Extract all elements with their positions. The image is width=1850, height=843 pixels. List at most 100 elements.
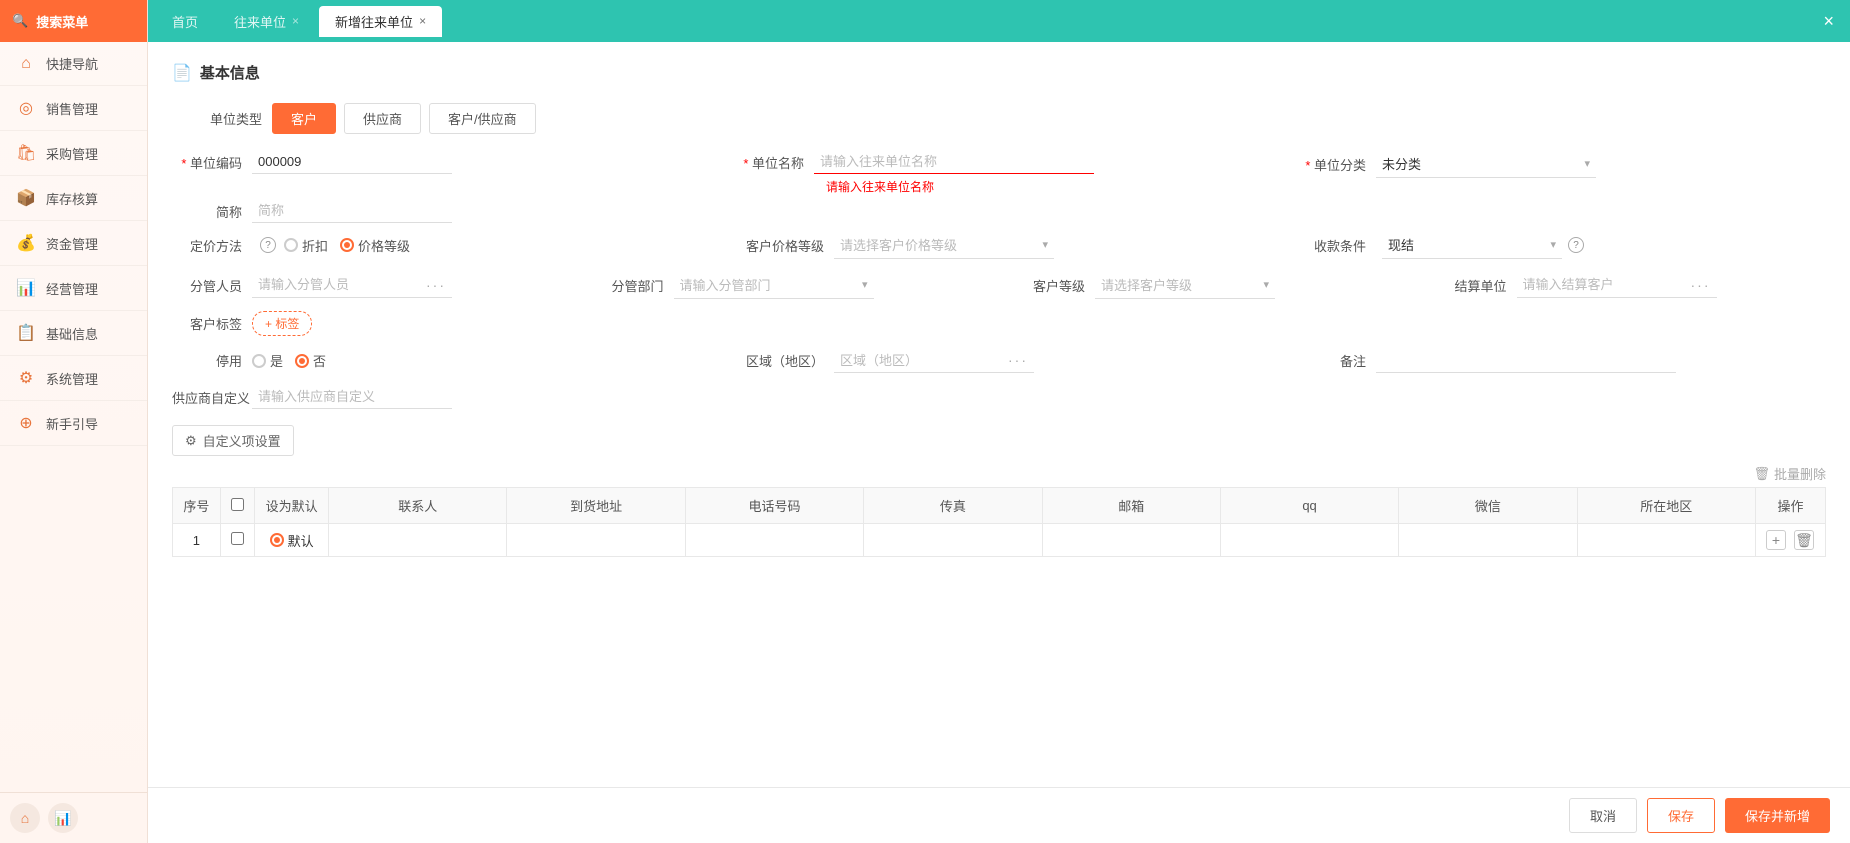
sidebar-search[interactable]: 🔍 搜索菜单: [0, 0, 147, 42]
cell-phone[interactable]: [685, 524, 863, 557]
supplier-custom-input[interactable]: [252, 385, 452, 409]
unit-code-field: 单位编码: [172, 150, 702, 174]
tab-home[interactable]: 首页: [156, 6, 214, 37]
contact-input[interactable]: [339, 534, 496, 548]
custom-settings-button[interactable]: ⚙ 自定义项设置: [172, 425, 294, 456]
phone-input[interactable]: [696, 534, 853, 548]
disabled-radios: 是 否: [252, 351, 326, 370]
region-input[interactable]: [840, 353, 1004, 368]
unit-name-input[interactable]: [814, 150, 1094, 174]
tab-new-partner[interactable]: 新增往来单位 ×: [319, 6, 442, 37]
main-area: 首页 往来单位 × 新增往来单位 × × 📄 基本信息 单位类型 客户 供应商 …: [148, 0, 1850, 843]
delete-row-button[interactable]: 🗑: [1794, 530, 1814, 550]
sidebar-item-sales[interactable]: ◎销售管理: [0, 86, 147, 131]
settlement-unit-dots[interactable]: ···: [1691, 277, 1711, 293]
system-label: 系统管理: [46, 369, 98, 388]
sidebar-item-purchase[interactable]: 🛍采购管理: [0, 131, 147, 176]
add-tag-button[interactable]: + 标签: [252, 311, 312, 336]
tab-bar-close[interactable]: ×: [1815, 7, 1842, 36]
finance-label: 资金管理: [46, 234, 98, 253]
save-new-button[interactable]: 保存并新增: [1725, 798, 1830, 833]
basic-info-icon: 📋: [16, 323, 36, 343]
sidebar-item-finance[interactable]: 💰资金管理: [0, 221, 147, 266]
section-header: 📄 基本信息: [172, 62, 1826, 83]
sidebar-item-inventory[interactable]: 📦库存核算: [0, 176, 147, 221]
sidebar-item-system[interactable]: ⚙ 系统管理: [0, 356, 147, 401]
payment-terms-arrow: ▾: [1550, 238, 1556, 251]
sales-icon: ◎: [16, 98, 36, 118]
operations-icon: 📊: [16, 278, 36, 298]
contacts-table: 序号 设为默认 联系人 到货地址 电话号码 传真 邮箱 qq 微信 所在地区 操…: [172, 487, 1826, 557]
system-icon: ⚙: [16, 368, 36, 388]
sidebar-item-guide[interactable]: ⊕新手引导: [0, 401, 147, 446]
sidebar-item-operations[interactable]: 📊经营管理: [0, 266, 147, 311]
col-default: 设为默认: [255, 488, 329, 524]
address-input[interactable]: [517, 534, 674, 548]
default-radio[interactable]: 默认: [265, 531, 318, 550]
payment-terms-select[interactable]: 现结 ▾: [1382, 231, 1562, 259]
region-label: 区域（地区）: [734, 351, 834, 370]
add-row-button[interactable]: +: [1766, 530, 1786, 550]
email-input[interactable]: [1053, 534, 1210, 548]
qq-input[interactable]: [1231, 534, 1388, 548]
department-arrow: ▾: [862, 278, 868, 291]
select-all-checkbox[interactable]: [231, 498, 244, 511]
col-region: 所在地区: [1577, 488, 1755, 524]
radio-disabled-no[interactable]: 否: [295, 351, 326, 370]
cell-fax[interactable]: [864, 524, 1042, 557]
unit-code-label: 单位编码: [172, 153, 252, 172]
unit-name-field: 单位名称 请输入往来单位名称: [734, 150, 1264, 195]
customer-level-select[interactable]: 请选择客户等级 ▾: [1095, 271, 1275, 299]
cell-checkbox: [220, 524, 254, 557]
save-button[interactable]: 保存: [1647, 798, 1715, 833]
wechat-input[interactable]: [1409, 534, 1566, 548]
cell-wechat[interactable]: [1399, 524, 1577, 557]
unit-btn-both[interactable]: 客户/供应商: [429, 103, 536, 134]
cell-region[interactable]: [1577, 524, 1755, 557]
unit-btn-supplier[interactable]: 供应商: [344, 103, 421, 134]
batch-delete-row[interactable]: 🗑 批量删除: [172, 464, 1826, 483]
sidebar-footer-btn-2[interactable]: 📊: [48, 803, 78, 833]
tab-partner-close[interactable]: ×: [292, 14, 299, 28]
department-select[interactable]: 请输入分管部门 ▾: [674, 271, 874, 299]
sidebar-footer-btn-1[interactable]: ⌂: [10, 803, 40, 833]
tab-new-partner-close[interactable]: ×: [419, 14, 426, 28]
short-name-input[interactable]: [252, 199, 452, 223]
form-footer: 取消 保存 保存并新增: [148, 787, 1850, 843]
radio-price-level-circle: [340, 238, 354, 252]
department-label: 分管部门: [594, 276, 674, 295]
cell-contact[interactable]: [329, 524, 507, 557]
cancel-button[interactable]: 取消: [1569, 798, 1637, 833]
cell-address[interactable]: [507, 524, 685, 557]
sidebar-item-quick-nav[interactable]: ⌂快捷导航: [0, 42, 147, 86]
pricing-help-icon[interactable]: ?: [260, 237, 276, 253]
pricing-method-radios: 折扣 价格等级: [284, 236, 410, 255]
payment-terms-help[interactable]: ?: [1568, 237, 1584, 253]
tab-partner[interactable]: 往来单位 ×: [218, 6, 315, 37]
short-name-field: 简称: [172, 199, 1826, 223]
region-table-input[interactable]: [1588, 534, 1745, 548]
unit-btn-customer[interactable]: 客户: [272, 103, 336, 134]
sidebar-item-basic-info[interactable]: 📋基础信息: [0, 311, 147, 356]
radio-price-level[interactable]: 价格等级: [340, 236, 410, 255]
cell-qq[interactable]: [1220, 524, 1398, 557]
payment-terms-label: 收款条件: [1296, 236, 1376, 255]
customer-price-level-select[interactable]: 请选择客户价格等级 ▾: [834, 231, 1054, 259]
col-wechat: 微信: [1399, 488, 1577, 524]
unit-code-input[interactable]: [252, 150, 452, 174]
supplier-custom-field: 供应商自定义: [172, 385, 1826, 409]
notes-input[interactable]: [1376, 349, 1676, 373]
row-checkbox[interactable]: [231, 532, 244, 545]
customer-level-field: 客户等级 请选择客户等级 ▾: [1015, 271, 1405, 299]
settlement-unit-input[interactable]: [1523, 277, 1687, 292]
manager-dots[interactable]: ···: [426, 277, 446, 293]
radio-discount[interactable]: 折扣: [284, 236, 328, 255]
fax-input[interactable]: [874, 534, 1031, 548]
unit-category-select[interactable]: 未分类 ▾: [1376, 150, 1596, 178]
region-dots[interactable]: ···: [1008, 352, 1028, 368]
manager-input[interactable]: [258, 277, 422, 292]
cell-email[interactable]: [1042, 524, 1220, 557]
radio-disabled-yes[interactable]: 是: [252, 351, 283, 370]
region-field: 区域（地区） ···: [734, 348, 1264, 373]
section-title: 基本信息: [200, 62, 260, 83]
